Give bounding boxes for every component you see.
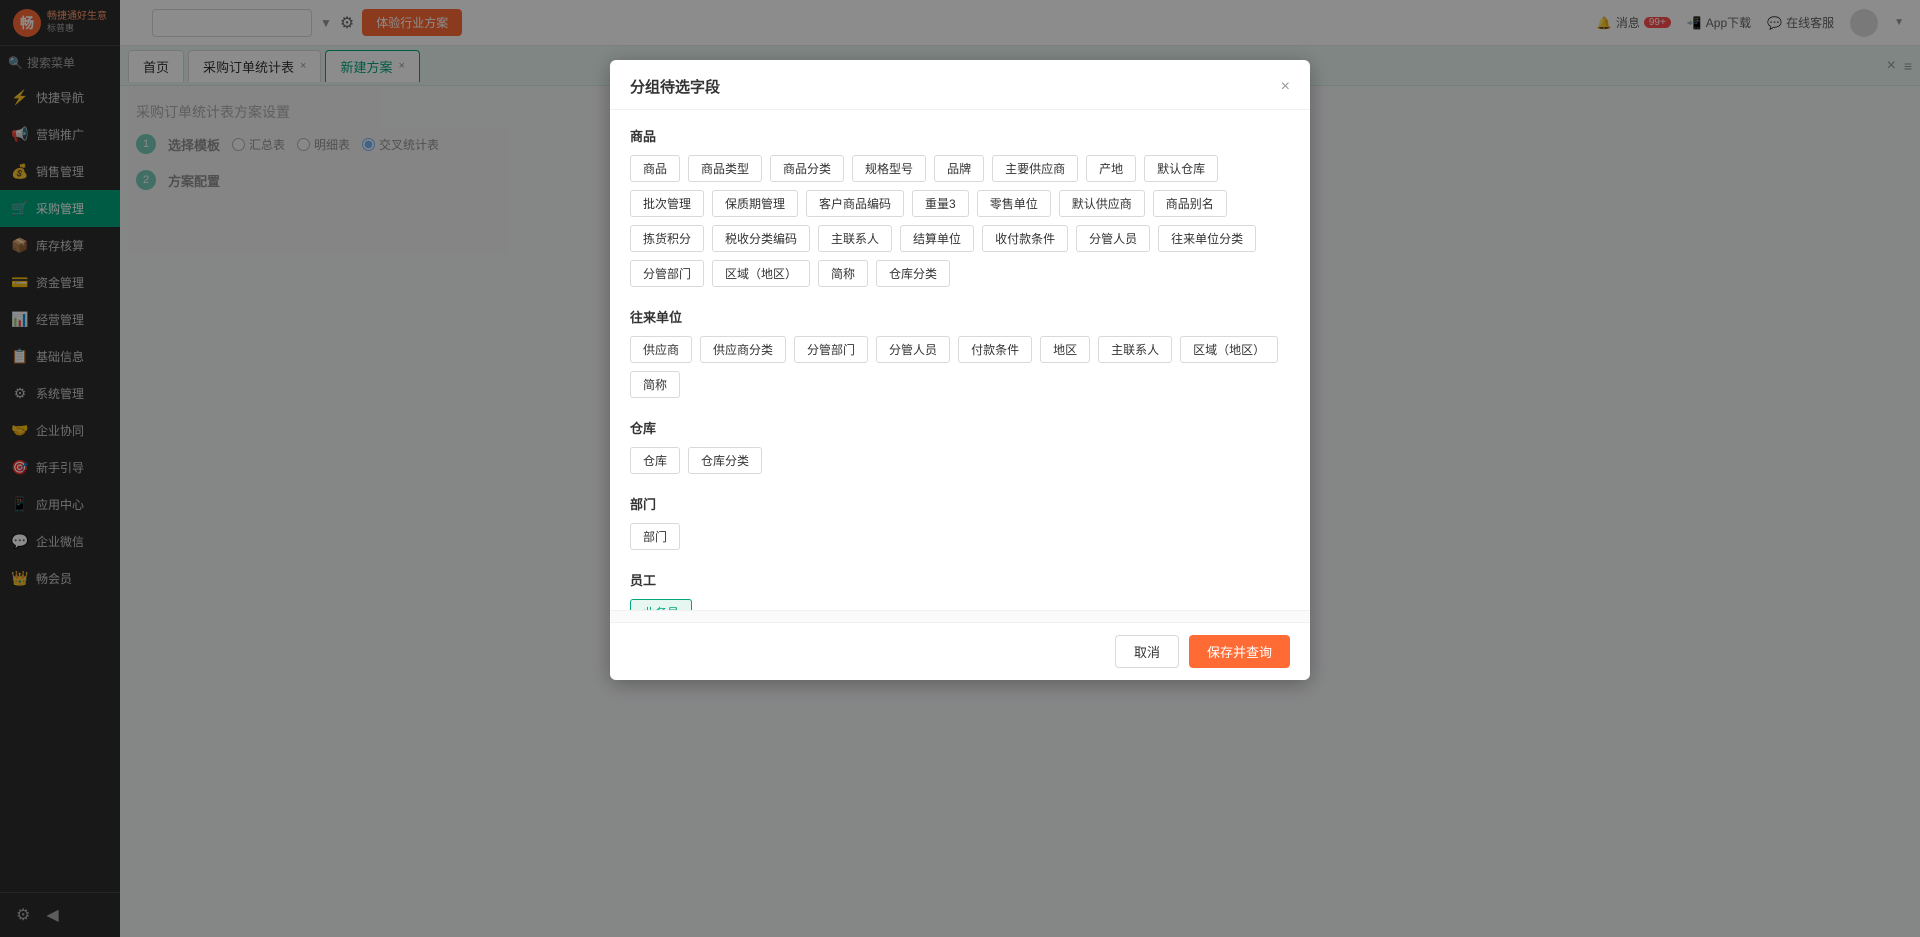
field-tag[interactable]: 分管部门 xyxy=(794,336,868,363)
section-department: 部门 部门 xyxy=(630,494,1290,550)
section-warehouse-title: 仓库 xyxy=(630,418,1290,437)
field-tag[interactable]: 简称 xyxy=(818,260,868,287)
field-tag[interactable]: 区域（地区） xyxy=(712,260,810,287)
field-tag[interactable]: 默认供应商 xyxy=(1059,190,1145,217)
field-tag[interactable]: 分管人员 xyxy=(876,336,950,363)
section-product-title: 商品 xyxy=(630,126,1290,145)
field-tag[interactable]: 收付款条件 xyxy=(982,225,1068,252)
section-warehouse-tags: 仓库 仓库分类 xyxy=(630,447,1290,474)
field-tag[interactable]: 结算单位 xyxy=(900,225,974,252)
section-product: 商品 商品 商品类型 商品分类 规格型号 品牌 主要供应商 产地 默认仓库 批次… xyxy=(630,126,1290,287)
save-query-button[interactable]: 保存并查询 xyxy=(1189,635,1290,668)
modal-body: 商品 商品 商品类型 商品分类 规格型号 品牌 主要供应商 产地 默认仓库 批次… xyxy=(610,110,1310,610)
field-tag[interactable]: 分管人员 xyxy=(1076,225,1150,252)
field-tag[interactable]: 规格型号 xyxy=(852,155,926,182)
modal-close-button[interactable]: × xyxy=(1281,78,1290,96)
section-department-tags: 部门 xyxy=(630,523,1290,550)
modal-horizontal-scrollbar[interactable] xyxy=(610,610,1310,622)
cancel-button[interactable]: 取消 xyxy=(1115,635,1179,668)
modal-header: 分组待选字段 × xyxy=(610,60,1310,110)
field-tag[interactable]: 供应商 xyxy=(630,336,692,363)
field-tag[interactable]: 商品分类 xyxy=(770,155,844,182)
field-tag[interactable]: 保质期管理 xyxy=(712,190,798,217)
section-department-title: 部门 xyxy=(630,494,1290,513)
field-tag[interactable]: 往来单位分类 xyxy=(1158,225,1256,252)
field-selection-modal: 分组待选字段 × 商品 商品 商品类型 商品分类 规格型号 品牌 主要供应商 产… xyxy=(610,60,1310,680)
field-tag[interactable]: 商品 xyxy=(630,155,680,182)
field-tag[interactable]: 主联系人 xyxy=(818,225,892,252)
field-tag[interactable]: 主联系人 xyxy=(1098,336,1172,363)
field-tag[interactable]: 税收分类编码 xyxy=(712,225,810,252)
field-tag[interactable]: 区域（地区） xyxy=(1180,336,1278,363)
field-tag[interactable]: 供应商分类 xyxy=(700,336,786,363)
field-tag[interactable]: 商品类型 xyxy=(688,155,762,182)
field-tag[interactable]: 主要供应商 xyxy=(992,155,1078,182)
section-staff: 员工 业务员 xyxy=(630,570,1290,610)
field-tag[interactable]: 分管部门 xyxy=(630,260,704,287)
section-counterparty-tags: 供应商 供应商分类 分管部门 分管人员 付款条件 地区 主联系人 区域（地区） … xyxy=(630,336,1290,398)
section-staff-tags: 业务员 xyxy=(630,599,1290,610)
field-tag[interactable]: 仓库 xyxy=(630,447,680,474)
field-tag[interactable]: 重量3 xyxy=(912,190,969,217)
section-counterparty-title: 往来单位 xyxy=(630,307,1290,326)
field-tag[interactable]: 仓库分类 xyxy=(876,260,950,287)
field-tag[interactable]: 批次管理 xyxy=(630,190,704,217)
modal-title: 分组待选字段 xyxy=(630,76,720,97)
field-tag[interactable]: 零售单位 xyxy=(977,190,1051,217)
field-tag[interactable]: 默认仓库 xyxy=(1144,155,1218,182)
modal-overlay: 分组待选字段 × 商品 商品 商品类型 商品分类 规格型号 品牌 主要供应商 产… xyxy=(0,0,1920,937)
field-tag-staff[interactable]: 业务员 xyxy=(630,599,692,610)
field-tag[interactable]: 商品别名 xyxy=(1153,190,1227,217)
section-counterparty: 往来单位 供应商 供应商分类 分管部门 分管人员 付款条件 地区 主联系人 区域… xyxy=(630,307,1290,398)
section-product-tags: 商品 商品类型 商品分类 规格型号 品牌 主要供应商 产地 默认仓库 批次管理 … xyxy=(630,155,1290,287)
field-tag[interactable]: 部门 xyxy=(630,523,680,550)
field-tag[interactable]: 简称 xyxy=(630,371,680,398)
field-tag[interactable]: 付款条件 xyxy=(958,336,1032,363)
section-staff-title: 员工 xyxy=(630,570,1290,589)
field-tag[interactable]: 仓库分类 xyxy=(688,447,762,474)
modal-footer: 取消 保存并查询 xyxy=(610,622,1310,680)
field-tag[interactable]: 客户商品编码 xyxy=(806,190,904,217)
field-tag[interactable]: 地区 xyxy=(1040,336,1090,363)
field-tag[interactable]: 拣货积分 xyxy=(630,225,704,252)
section-warehouse: 仓库 仓库 仓库分类 xyxy=(630,418,1290,474)
field-tag[interactable]: 品牌 xyxy=(934,155,984,182)
field-tag[interactable]: 产地 xyxy=(1086,155,1136,182)
